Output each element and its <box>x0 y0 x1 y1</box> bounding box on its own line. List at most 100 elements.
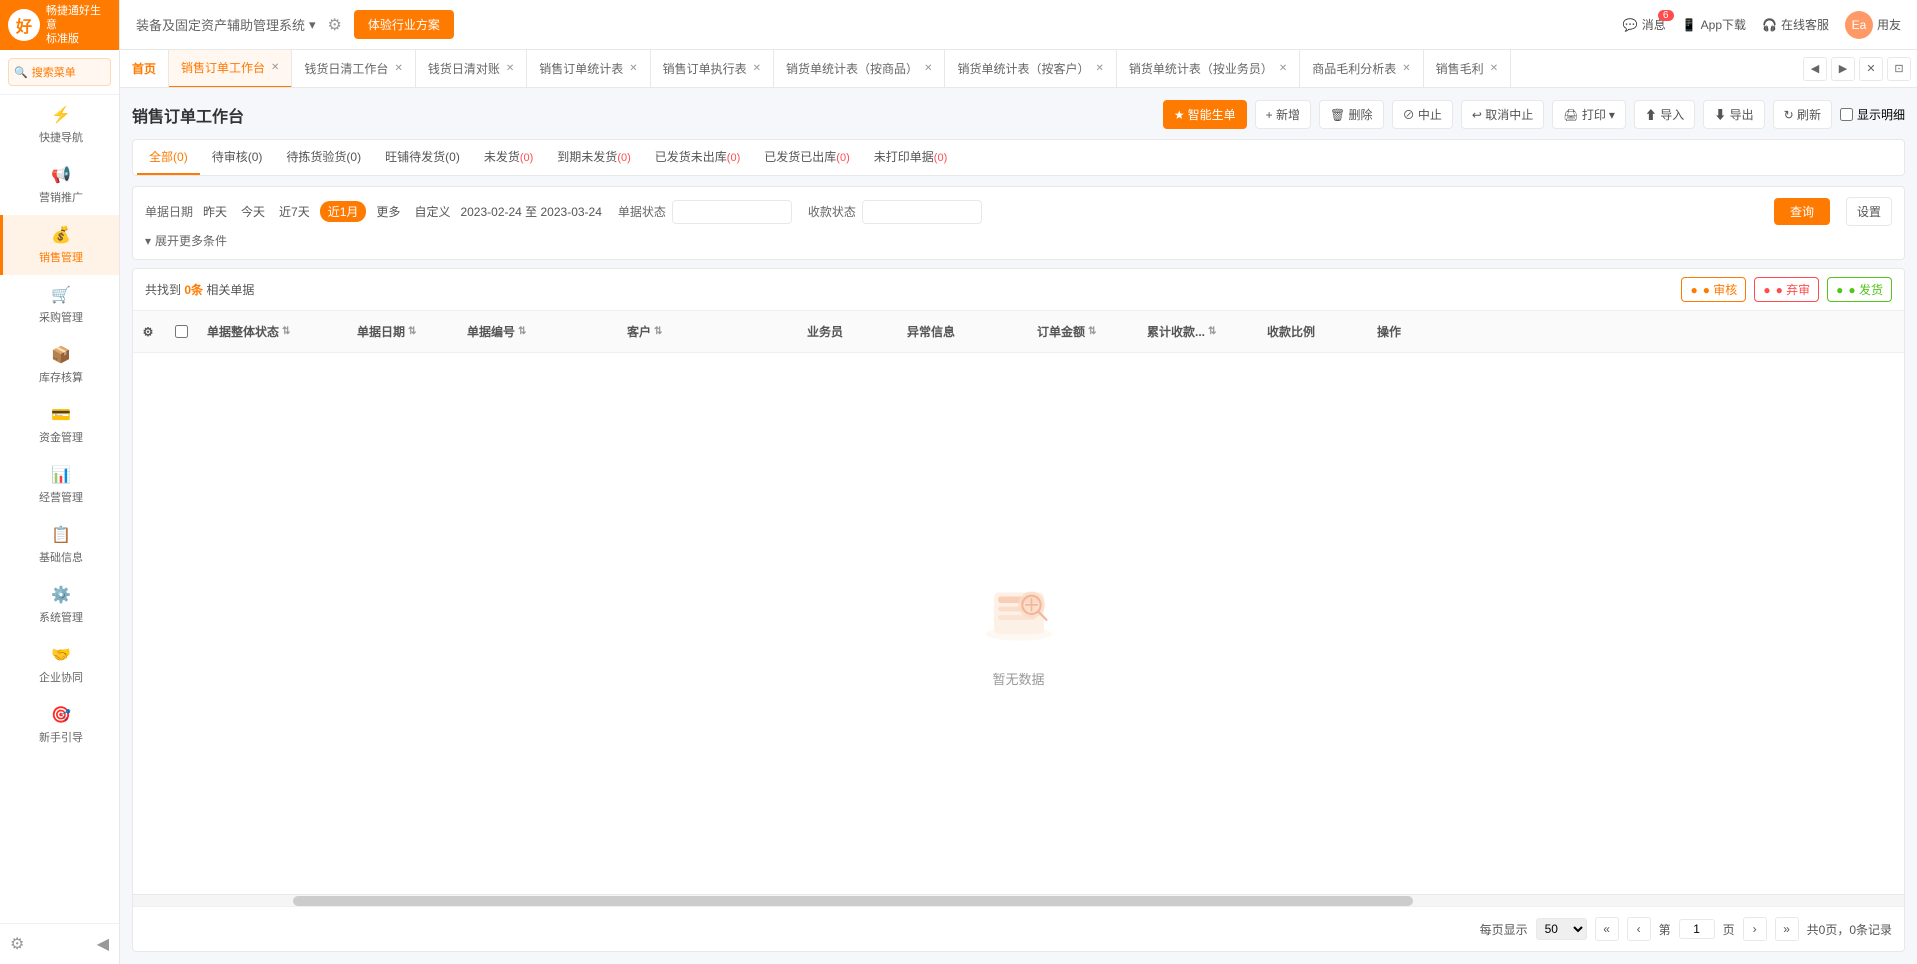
user-menu-button[interactable]: Ea 用友 <box>1845 11 1901 39</box>
sort-collected-icon[interactable]: ⇅ <box>1208 326 1216 337</box>
tab-sales-workbench[interactable]: 销售订单工作台 ✕ <box>169 50 292 88</box>
tab-sales-stat-product[interactable]: 销货单统计表（按商品） ✕ <box>774 50 945 88</box>
column-settings-icon[interactable]: ⚙ <box>143 325 154 339</box>
sidebar-item-sales[interactable]: 💰 销售管理 <box>0 215 119 275</box>
sub-tab-no-print[interactable]: 未打印单据(0) <box>862 140 959 175</box>
next-page-btn[interactable]: › <box>1743 917 1767 941</box>
tab-close-sales-workbench[interactable]: ✕ <box>271 62 279 73</box>
tab-sales-stat-customer[interactable]: 销货单统计表（按客户） ✕ <box>945 50 1116 88</box>
date-opt-7days[interactable]: 近7天 <box>275 201 314 222</box>
import-button[interactable]: ⬆ 导入 <box>1634 100 1695 129</box>
sub-tab-expired-no-ship[interactable]: 到期未发货(0) <box>545 140 642 175</box>
sub-tab-shipped-no-out[interactable]: 已发货未出库(0) <box>643 140 752 175</box>
tab-cash-reconcile[interactable]: 钱货日清对账 ✕ <box>416 50 527 88</box>
guide-icon: 🎯 <box>51 705 71 725</box>
status-select[interactable] <box>672 200 792 224</box>
tab-sales-stat-table[interactable]: 销售订单统计表 ✕ <box>527 50 650 88</box>
tab-close-sales-stat[interactable]: ✕ <box>629 63 637 74</box>
review-action-btn[interactable]: ● ● 审核 <box>1681 277 1746 302</box>
cancel-review-btn[interactable]: ● ● 弃审 <box>1754 277 1819 302</box>
smart-create-button[interactable]: ★ 智能生单 <box>1163 100 1247 129</box>
tab-close-stat-staff[interactable]: ✕ <box>1279 63 1287 74</box>
tab-cash-daily[interactable]: 钱货日清工作台 ✕ <box>292 50 415 88</box>
cancel-stop-button[interactable]: ↩ 取消中止 <box>1461 100 1544 129</box>
system-icon: ⚙️ <box>51 585 71 605</box>
horizontal-scrollbar[interactable] <box>133 894 1904 906</box>
sidebar-item-marketing[interactable]: 📢 营销推广 <box>0 155 119 215</box>
page-size-select[interactable]: 50 100 200 <box>1536 918 1587 940</box>
export-button[interactable]: ⬇ 导出 <box>1703 100 1764 129</box>
sort-number-icon[interactable]: ⇅ <box>518 326 526 337</box>
show-detail-checkbox[interactable]: 显示明细 <box>1840 106 1905 123</box>
topbar-settings-icon[interactable]: ⚙ <box>328 15 342 35</box>
sidebar-item-quick-nav[interactable]: ⚡ 快捷导航 <box>0 95 119 155</box>
prev-page-btn[interactable]: ‹ <box>1627 917 1651 941</box>
sub-tab-wangpu-ship[interactable]: 旺铺待发货(0) <box>373 140 472 175</box>
sidebar-collapse-btn[interactable]: ◀ <box>87 924 119 964</box>
add-button[interactable]: + 新增 <box>1255 100 1311 129</box>
industry-solution-button[interactable]: 体验行业方案 <box>354 10 454 39</box>
scrollbar-thumb[interactable] <box>293 896 1413 906</box>
tab-close-gross-analysis[interactable]: ✕ <box>1402 63 1410 74</box>
tab-close-stat-customer[interactable]: ✕ <box>1095 63 1103 74</box>
sidebar-item-purchase[interactable]: 🛒 采购管理 <box>0 275 119 335</box>
stop-button[interactable]: ⊘ 中止 <box>1392 100 1453 129</box>
app-download-button[interactable]: 📱 App下载 <box>1682 16 1746 33</box>
tab-home[interactable]: 首页 <box>120 50 169 88</box>
sort-customer-icon[interactable]: ⇅ <box>654 326 662 337</box>
sub-tab-pending-check[interactable]: 待拣货验货(0) <box>274 140 373 175</box>
tab-close-all[interactable]: ✕ <box>1859 57 1883 81</box>
print-button[interactable]: 🖨 打印 ▾ <box>1552 100 1626 129</box>
date-opt-more[interactable]: 更多 <box>372 201 404 222</box>
expand-more-filters[interactable]: ▾ 展开更多条件 <box>145 232 1892 249</box>
sidebar-item-inventory[interactable]: 📦 库存核算 <box>0 335 119 395</box>
date-opt-custom[interactable]: 自定义 <box>410 201 454 222</box>
sidebar-item-system[interactable]: ⚙️ 系统管理 <box>0 575 119 635</box>
messages-button[interactable]: 💬 消息 6 <box>1623 16 1666 33</box>
detail-checkbox-input[interactable] <box>1840 108 1853 121</box>
sub-tab-shipped-out[interactable]: 已发货已出库(0) <box>752 140 861 175</box>
sub-tab-no-ship[interactable]: 未发货(0) <box>472 140 545 175</box>
sub-tab-all[interactable]: 全部(0) <box>137 140 200 175</box>
ship-action-btn[interactable]: ● ● 发货 <box>1827 277 1892 302</box>
th-checkbox[interactable] <box>163 321 199 342</box>
query-button[interactable]: 查询 <box>1774 198 1830 225</box>
search-menu-button[interactable]: 🔍 搜索菜单 <box>8 58 111 86</box>
sidebar-settings-btn[interactable]: ⚙ <box>0 924 34 964</box>
sidebar-item-basic[interactable]: 📋 基础信息 <box>0 515 119 575</box>
date-opt-yesterday[interactable]: 昨天 <box>199 201 231 222</box>
tab-close-stat-product[interactable]: ✕ <box>924 63 932 74</box>
first-page-btn[interactable]: « <box>1595 917 1619 941</box>
tab-close-sales-gross[interactable]: ✕ <box>1490 63 1498 74</box>
sidebar-item-finance[interactable]: 💳 资金管理 <box>0 395 119 455</box>
date-opt-today[interactable]: 今天 <box>237 201 269 222</box>
page-number-input[interactable] <box>1679 919 1715 939</box>
tab-gross-analysis[interactable]: 商品毛利分析表 ✕ <box>1300 50 1423 88</box>
th-settings[interactable]: ⚙ <box>133 321 163 343</box>
tab-sales-exec-table[interactable]: 销售订单执行表 ✕ <box>651 50 774 88</box>
system-title-dropdown[interactable]: 装备及固定资产辅助管理系统 ▾ <box>136 15 316 34</box>
sidebar-item-enterprise[interactable]: 🤝 企业协同 <box>0 635 119 695</box>
date-opt-1month[interactable]: 近1月 <box>320 201 367 222</box>
sidebar-item-operation[interactable]: 📊 经营管理 <box>0 455 119 515</box>
sub-tab-pending-review[interactable]: 待审核(0) <box>200 140 275 175</box>
payment-select[interactable] <box>862 200 982 224</box>
sort-amount-icon[interactable]: ⇅ <box>1088 326 1096 337</box>
refresh-button[interactable]: ↻ 刷新 <box>1773 100 1832 129</box>
online-support-button[interactable]: 🎧 在线客服 <box>1762 16 1829 33</box>
tab-sales-gross[interactable]: 销售毛利 ✕ <box>1424 50 1511 88</box>
tab-scroll-prev[interactable]: ◀ <box>1803 57 1827 81</box>
select-all-checkbox[interactable] <box>175 325 188 338</box>
last-page-btn[interactable]: » <box>1775 917 1799 941</box>
tab-scroll-next[interactable]: ▶ <box>1831 57 1855 81</box>
tab-close-sales-exec[interactable]: ✕ <box>753 63 761 74</box>
delete-button[interactable]: 🗑 删除 <box>1319 100 1384 129</box>
sidebar-item-guide[interactable]: 🎯 新手引导 <box>0 695 119 755</box>
sort-date-icon[interactable]: ⇅ <box>408 326 416 337</box>
tab-close-cash-reconcile[interactable]: ✕ <box>506 63 514 74</box>
settings-filter-button[interactable]: 设置 <box>1846 197 1892 226</box>
sort-status-icon[interactable]: ⇅ <box>282 326 290 337</box>
tab-close-cash-daily[interactable]: ✕ <box>394 63 402 74</box>
tab-sales-stat-staff[interactable]: 销货单统计表（按业务员） ✕ <box>1117 50 1300 88</box>
tab-expand[interactable]: ⊡ <box>1887 57 1911 81</box>
